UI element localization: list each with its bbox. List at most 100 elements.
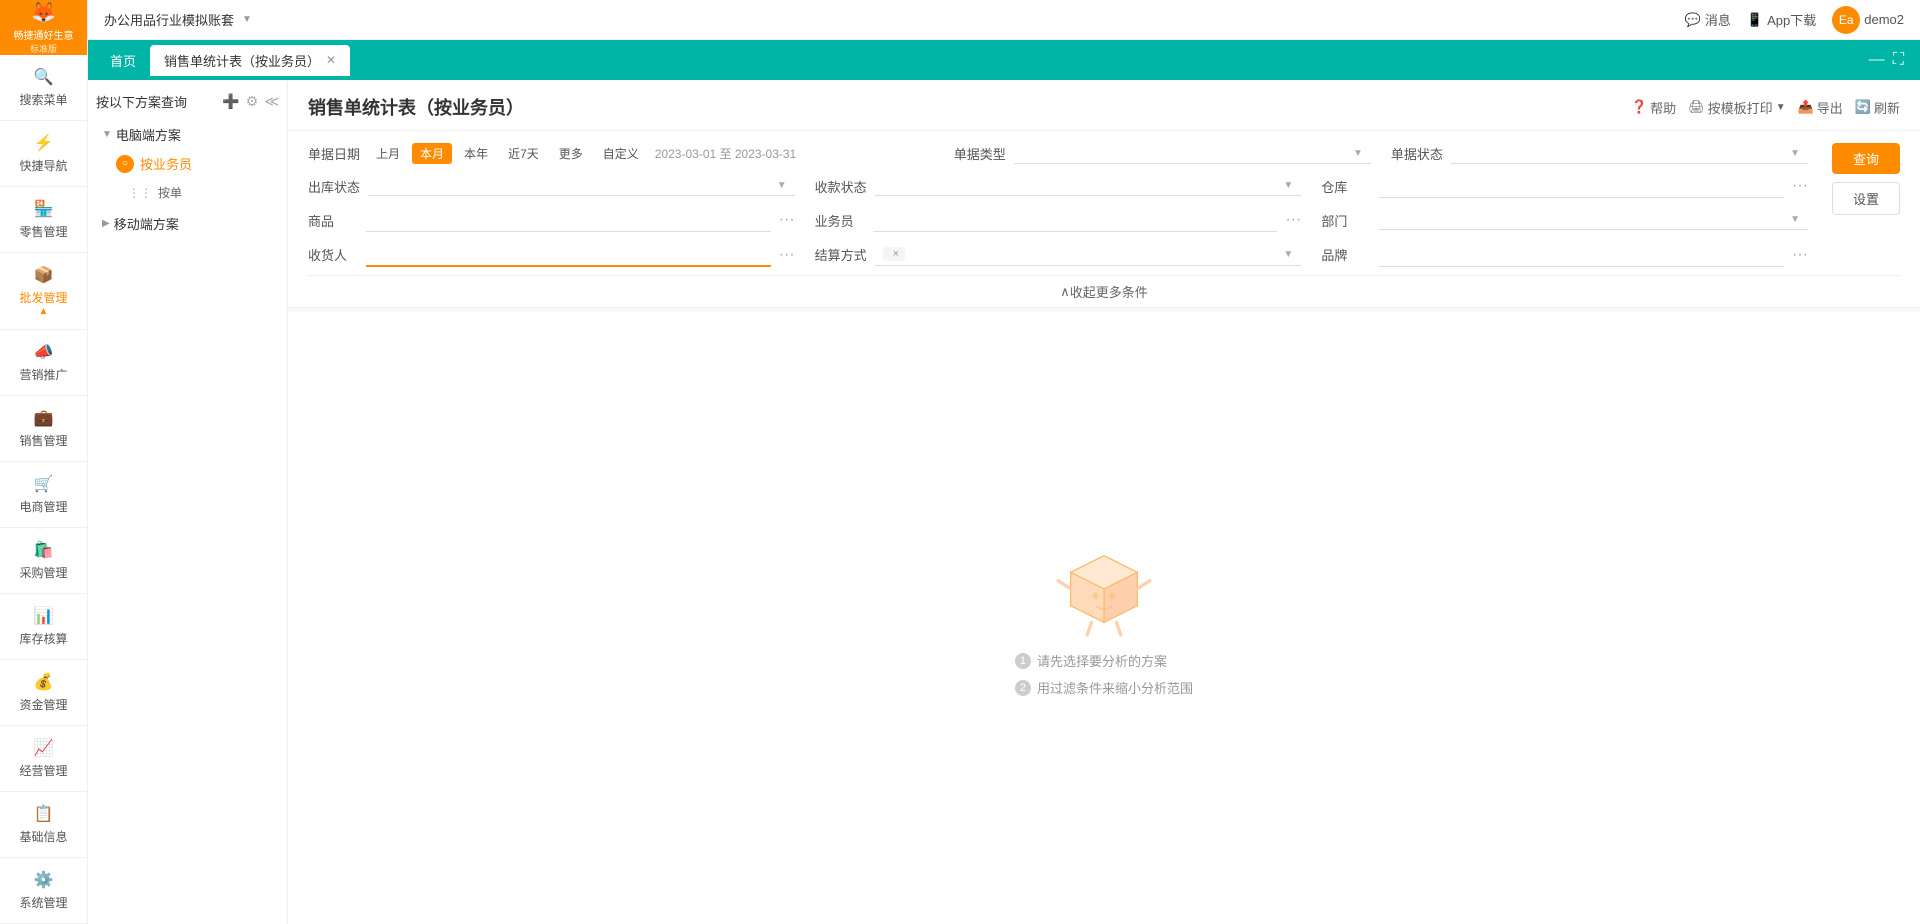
page-title: 销售单统计表（按业务员） [308,94,524,120]
settings-button[interactable]: 设置 [1832,182,1900,215]
tab-minimize-icon[interactable]: — [1869,51,1885,69]
logo-icon: 🦊 [31,0,56,25]
export-btn[interactable]: 📤 导出 [1798,98,1843,117]
help-btn[interactable]: ❓ 帮助 [1631,98,1676,117]
salesperson-input[interactable] [873,208,1278,232]
retail-icon: 🏪 [34,199,54,219]
query-button[interactable]: 查询 [1832,143,1900,174]
sales-icon: 💼 [34,408,54,428]
scheme-item-salesperson[interactable]: ○ 按业务员 [96,148,279,179]
scheme-group-pc-title[interactable]: ▼ 电脑端方案 [96,121,279,148]
sidebar-item-marketing[interactable]: 📣 营销推广 [0,330,87,396]
mobile-group-expand-icon: ▶ [102,218,110,229]
breadcrumb-dropdown-icon[interactable]: ▼ [242,14,252,25]
tab-home[interactable]: 首页 [96,45,150,76]
settlement-select[interactable]: × ▼ [875,243,1302,266]
collapse-panel-btn[interactable]: ≪ [264,93,279,110]
department-arrow-icon: ▼ [1790,214,1800,225]
sidebar-item-operation-label: 经营管理 [19,762,67,779]
sidebar-item-sales-label: 销售管理 [19,432,67,449]
scheme-group-pc: ▼ 电脑端方案 ○ 按业务员 ⋮⋮ 按单 [96,121,279,206]
salesperson-scheme-icon: ○ [116,155,134,173]
settlement-tag-remove[interactable]: × [893,248,899,260]
purchase-icon: 🛍️ [34,540,54,560]
app-download-btn[interactable]: 📱 App下载 [1747,10,1816,29]
sidebar-item-system[interactable]: ⚙️ 系统管理 [0,858,87,924]
payment-status-arrow-icon: ▼ [1283,180,1293,191]
recipient-input[interactable] [366,242,771,267]
date-btn-this-year[interactable]: 本年 [456,143,496,164]
filter-out-status-field: 出库状态 ▼ [308,176,795,196]
date-btn-last-month[interactable]: 上月 [368,143,408,164]
product-input[interactable] [366,208,771,232]
avatar-text: Ea [1839,13,1854,27]
warehouse-dots[interactable]: ··· [1792,177,1808,195]
avatar: Ea [1832,6,1860,34]
add-scheme-btn[interactable]: ➕ [222,93,239,110]
recipient-label: 收货人 [308,245,358,264]
filter-row-4: 收货人 ··· 结算方式 × [308,242,1808,267]
payment-status-select[interactable]: ▼ [875,176,1302,196]
department-select[interactable]: ▼ [1379,210,1808,230]
tab-maximize-icon[interactable]: ⛶ [1893,51,1904,69]
sidebar-item-inventory[interactable]: 📊 库存核算 [0,594,87,660]
date-btn-custom[interactable]: 自定义 [595,143,647,164]
brand-input[interactable] [1379,243,1784,267]
tab-close-icon[interactable]: ✕ [326,53,336,67]
collapse-icon: ∧ [1060,284,1070,300]
sidebar-item-quick-nav[interactable]: ⚡ 快捷导航 [0,121,87,187]
filter-content: 单据日期 上月 本月 本年 近7天 更多 自定义 2023-03-01 至 20… [308,143,1808,275]
doc-status-select[interactable]: ▼ [1451,144,1808,164]
recipient-dots[interactable]: ··· [779,246,795,264]
left-panel: 按以下方案查询 ➕ ⚙ ≪ ▼ 电脑端方案 ○ 按业务员 ⋮⋮ [88,80,288,924]
sidebar-item-retail-label: 零售管理 [19,223,67,240]
sidebar-item-purchase[interactable]: 🛍️ 采购管理 [0,528,87,594]
warehouse-label: 仓库 [1321,177,1371,196]
panel-title: 按以下方案查询 [96,92,187,111]
collapse-btn[interactable]: ∧ 收起更多条件 [308,275,1900,307]
tab-report[interactable]: 销售单统计表（按业务员） ✕ [150,45,350,76]
warehouse-input[interactable] [1379,174,1784,198]
sidebar-item-operation[interactable]: 📈 经营管理 [0,726,87,792]
sidebar-item-purchase-label: 采购管理 [19,564,67,581]
filter-brand-field: 品牌 ··· [1321,243,1808,267]
date-btn-7days[interactable]: 近7天 [500,143,547,164]
sidebar-item-ecommerce[interactable]: 🛒 电商管理 [0,462,87,528]
print-icon: 🖨 [1688,99,1705,115]
settings-scheme-btn[interactable]: ⚙ [246,93,259,110]
date-btn-this-month[interactable]: 本月 [412,143,452,164]
product-dots[interactable]: ··· [779,211,795,229]
doc-type-select[interactable]: ▼ [1014,144,1371,164]
tip-1-num: 1 [1015,653,1031,669]
filter-date-field: 单据日期 上月 本月 本年 近7天 更多 自定义 2023-03-01 至 20… [308,143,934,164]
left-panel-header: 按以下方案查询 ➕ ⚙ ≪ [96,92,279,111]
sidebar-item-basic[interactable]: 📋 基础信息 [0,792,87,858]
filter-row-2: 出库状态 ▼ 收款状态 ▼ [308,174,1808,198]
date-range: 2023-03-01 至 2023-03-31 [655,145,796,162]
print-btn[interactable]: 🖨 按模板打印 ▼ [1688,98,1785,117]
user-profile[interactable]: Ea demo2 [1832,6,1904,34]
salesperson-dots[interactable]: ··· [1285,211,1301,229]
out-status-select[interactable]: ▼ [368,176,795,196]
refresh-btn[interactable]: 🔄 刷新 [1855,98,1900,117]
refresh-label: 刷新 [1874,98,1900,117]
app-logo[interactable]: 🦊 畅捷通好生意 标准版 [0,0,88,55]
export-label: 导出 [1817,98,1843,117]
filter-panel: 单据日期 上月 本月 本年 近7天 更多 自定义 2023-03-01 至 20… [288,131,1920,308]
salesperson-scheme-label: 按业务员 [140,154,192,173]
empty-icon [1054,539,1154,639]
doc-type-arrow-icon: ▼ [1353,148,1363,159]
sidebar-item-wholesale[interactable]: 📦 批发管理 ▲ [0,253,87,330]
scheme-sub-item-invoice[interactable]: ⋮⋮ 按单 [96,179,279,206]
brand-dots[interactable]: ··· [1792,246,1808,264]
sidebar-item-sales[interactable]: 💼 销售管理 [0,396,87,462]
filter-warehouse-field: 仓库 ··· [1321,174,1808,198]
sidebar-item-retail[interactable]: 🏪 零售管理 [0,187,87,253]
scheme-group-mobile-title[interactable]: ▶ 移动端方案 [96,210,279,237]
invoice-icon: ⋮⋮ [128,186,152,200]
date-btn-more[interactable]: 更多 [551,143,591,164]
message-btn[interactable]: 💬 消息 [1685,10,1731,29]
sidebar-item-finance[interactable]: 💰 资金管理 [0,660,87,726]
header-left: 办公用品行业模拟账套 ▼ [104,10,252,29]
sidebar-item-search[interactable]: 🔍 搜索菜单 [0,55,87,121]
